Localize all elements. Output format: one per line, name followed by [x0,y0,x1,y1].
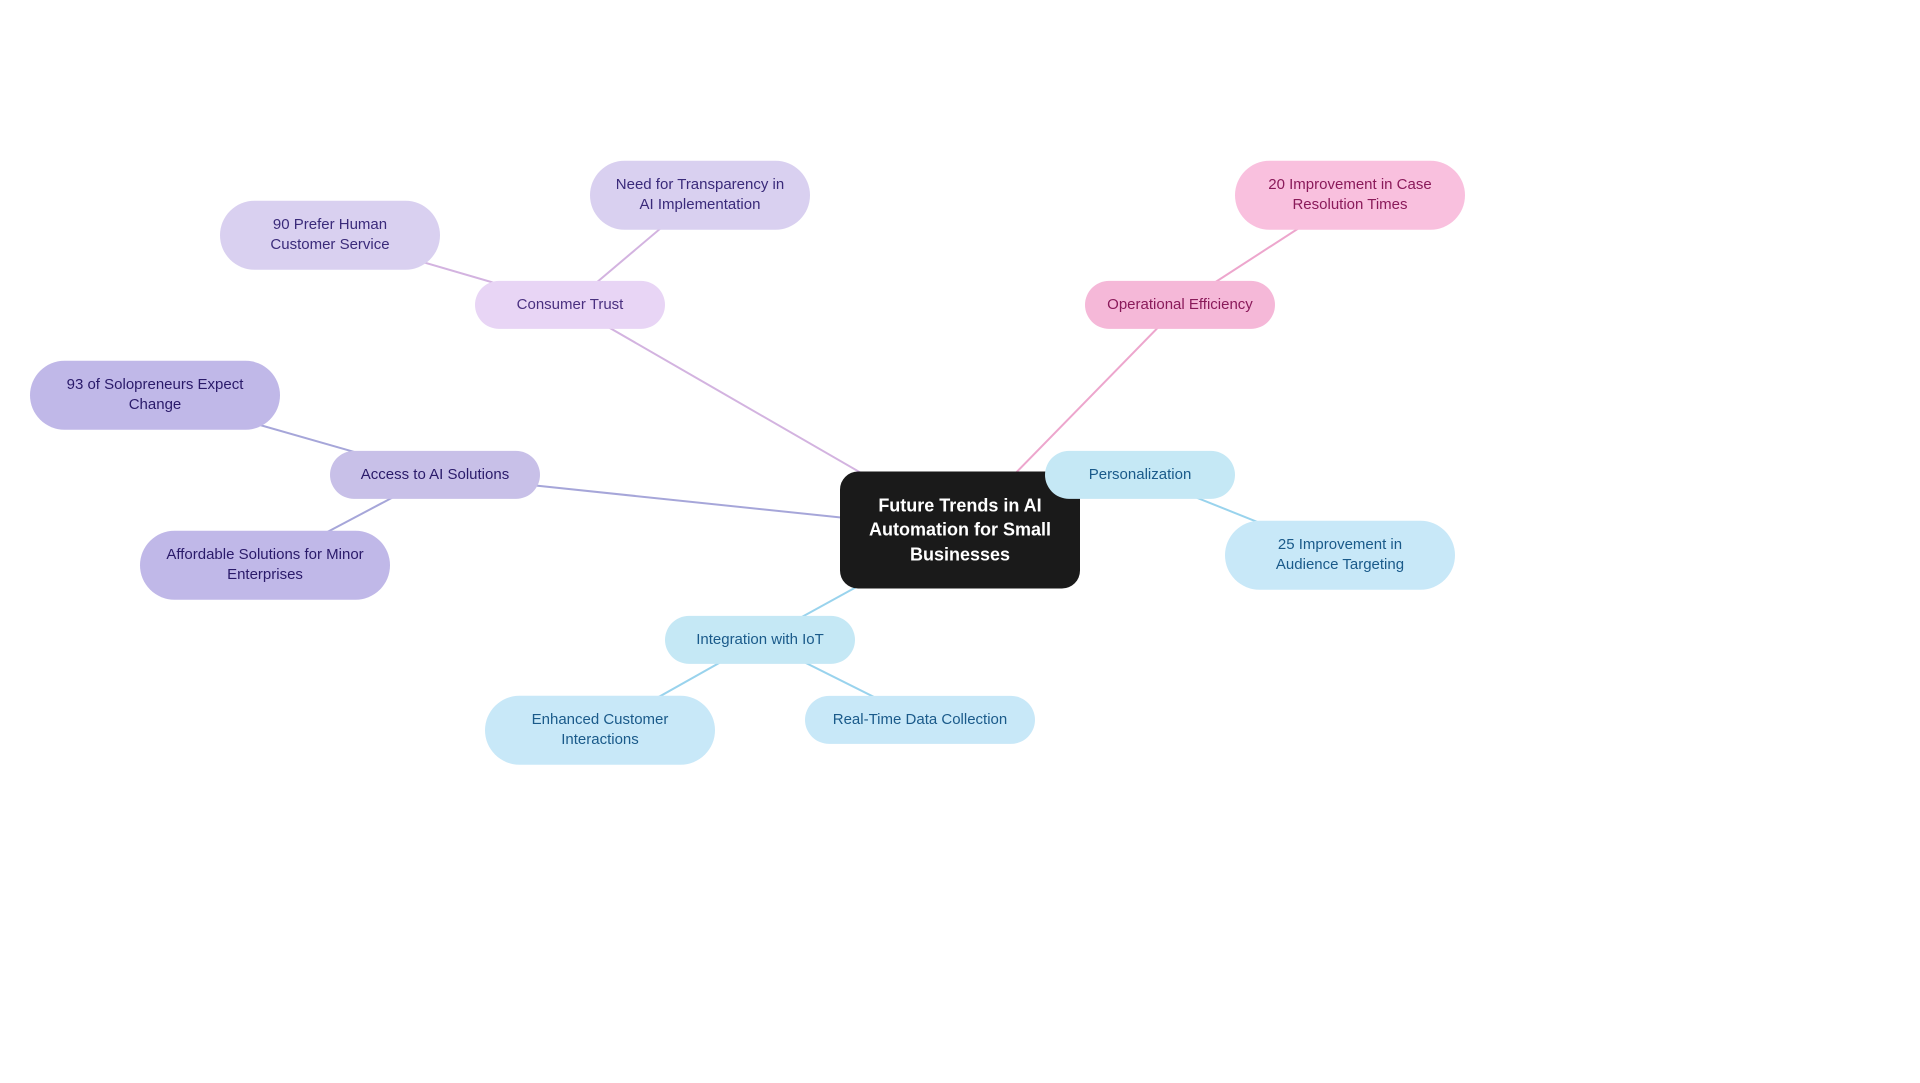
node-transparency: Need for Transparency in AI Implementati… [590,161,810,230]
node-solopreneurs: 93 of Solopreneurs Expect Change [30,361,280,430]
node-affordable: Affordable Solutions for Minor Enterpris… [140,531,390,600]
node-customer-interactions: Enhanced Customer Interactions [485,696,715,765]
node-case-resolution: 20 Improvement in Case Resolution Times [1235,161,1465,230]
mind-map: Future Trends in AI Automation for Small… [0,0,1920,1083]
node-center: Future Trends in AI Automation for Small… [840,472,1080,589]
node-operational: Operational Efficiency [1085,281,1275,329]
node-personalization: Personalization [1045,451,1235,499]
node-realtime-data: Real-Time Data Collection [805,696,1035,744]
node-iot: Integration with IoT [665,616,855,664]
node-prefer-human: 90 Prefer Human Customer Service [220,201,440,270]
node-audience-targeting: 25 Improvement in Audience Targeting [1225,521,1455,590]
node-access-ai: Access to AI Solutions [330,451,540,499]
node-consumer-trust: Consumer Trust [475,281,665,329]
